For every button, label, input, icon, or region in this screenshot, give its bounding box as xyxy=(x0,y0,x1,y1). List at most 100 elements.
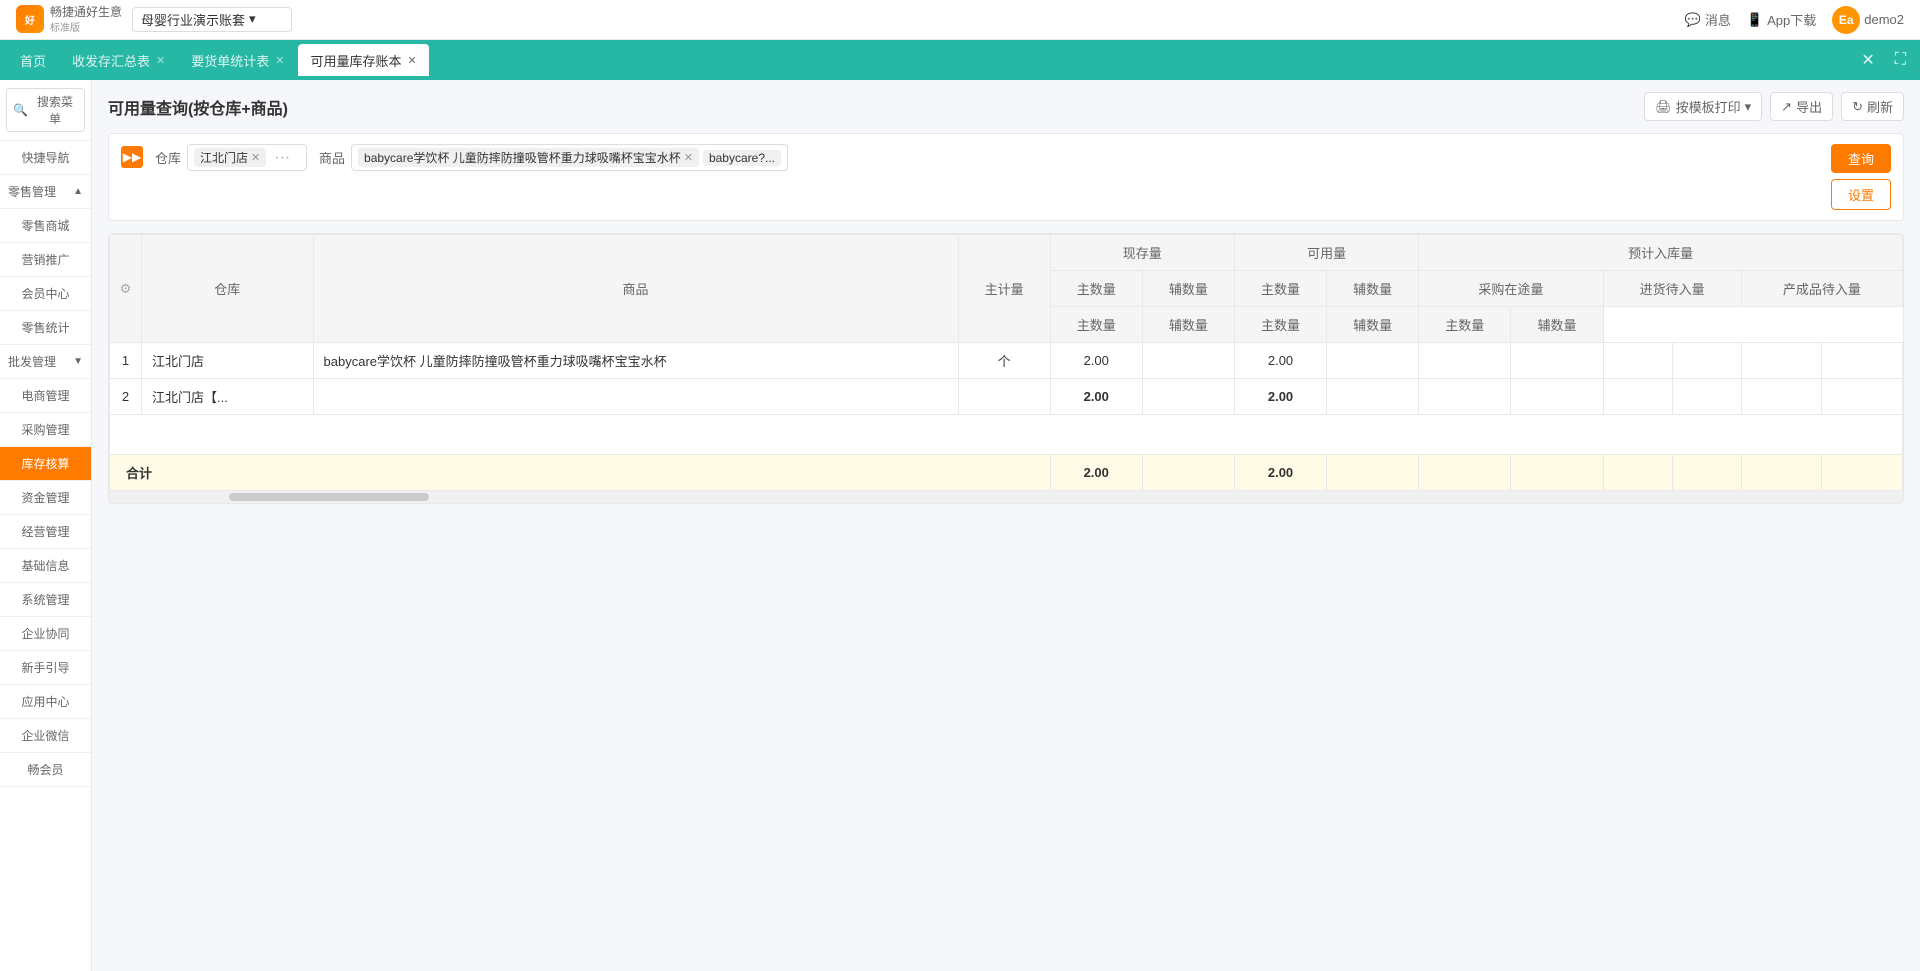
sidebar-item-business-mgmt[interactable]: 经营管理 xyxy=(0,515,91,549)
product-tag-1-close[interactable]: ✕ xyxy=(684,151,693,164)
th-current-main: 主数量 xyxy=(1050,271,1142,307)
row1-product: babycare学饮杯 儿童防摔防撞吸管杯重力球吸嘴杯宝宝水杯 xyxy=(313,343,958,379)
sidebar-item-system-mgmt[interactable]: 系统管理 xyxy=(0,583,91,617)
export-icon: ↗ xyxy=(1781,99,1792,115)
th-product: 商品 xyxy=(313,235,958,343)
table-container: ⚙ 仓库 商品 主计量 现存量 可用量 预计入库量 主数量 辅数量 主数量 xyxy=(108,233,1904,504)
tab-income-expense[interactable]: 收发存汇总表 ✕ xyxy=(60,44,177,76)
warehouse-tag-close[interactable]: ✕ xyxy=(251,151,260,164)
total-fp-main xyxy=(1741,455,1822,491)
table-row: 1 江北门店 babycare学饮杯 儿童防摔防撞吸管杯重力球吸嘴杯宝宝水杯 个… xyxy=(110,343,1903,379)
total-avail-aux xyxy=(1327,455,1419,491)
tab-close-all[interactable]: ✕ xyxy=(1855,48,1880,72)
sidebar-item-ecommerce[interactable]: 电商管理 xyxy=(0,379,91,413)
sidebar-item-inventory[interactable]: 库存核算 xyxy=(0,447,91,481)
th-fp-aux: 辅数量 xyxy=(1511,307,1603,343)
filter-expand-btn[interactable]: ▶▶ xyxy=(121,146,143,168)
row2-avail-aux xyxy=(1327,379,1419,415)
sidebar-item-quick-nav[interactable]: 快捷导航 xyxy=(0,141,91,175)
tab-income-expense-close[interactable]: ✕ xyxy=(156,54,165,67)
sidebar-item-enterprise-wechat[interactable]: 企业微信 xyxy=(0,719,91,753)
filter-actions: 查询 设置 xyxy=(1831,144,1891,210)
avatar: Ea xyxy=(1832,6,1860,34)
th-fp-main: 主数量 xyxy=(1419,307,1511,343)
industry-selector[interactable]: 母婴行业演示账套 ▾ xyxy=(132,7,292,32)
warehouse-filter: 仓库 江北门店 ✕ ··· xyxy=(155,144,307,171)
th-avail-main: 主数量 xyxy=(1234,271,1326,307)
sidebar-item-retail-mall[interactable]: 零售商城 xyxy=(0,209,91,243)
th-pp-main: 主数量 xyxy=(1234,307,1326,343)
row2-index: 2 xyxy=(110,379,142,415)
th-purchase-transit: 采购在途量 xyxy=(1419,271,1603,307)
total-pt-main xyxy=(1419,455,1511,491)
row2-current-aux xyxy=(1142,379,1234,415)
sidebar-item-basic-info[interactable]: 基础信息 xyxy=(0,549,91,583)
table-body: 1 江北门店 babycare学饮杯 儿童防摔防撞吸管杯重力球吸嘴杯宝宝水杯 个… xyxy=(110,343,1903,455)
tab-order-stat-close[interactable]: ✕ xyxy=(275,54,284,67)
settings-icon[interactable]: ⚙ xyxy=(120,281,132,296)
warehouse-more[interactable]: ··· xyxy=(270,149,294,167)
total-current-main: 2.00 xyxy=(1050,455,1142,491)
tab-home[interactable]: 首页 xyxy=(8,44,58,76)
search-menu-btn[interactable]: 🔍 搜索菜单 xyxy=(6,88,85,132)
user-name: demo2 xyxy=(1864,12,1904,27)
warehouse-input[interactable]: 江北门店 ✕ ··· xyxy=(187,144,307,171)
product-tag-1: babycare学饮杯 儿童防摔防撞吸管杯重力球吸嘴杯宝宝水杯 ✕ xyxy=(358,148,699,167)
page-title-bar: 可用量查询(按仓库+商品) 🖨 按模板打印 ▾ ↗ 导出 ↻ 刷新 xyxy=(108,92,1904,121)
tab-order-stat[interactable]: 要货单统计表 ✕ xyxy=(179,44,296,76)
export-btn[interactable]: ↗ 导出 xyxy=(1770,92,1833,121)
tab-available-stock-close[interactable]: ✕ xyxy=(408,54,417,67)
total-avail-main: 2.00 xyxy=(1234,455,1326,491)
sidebar-item-retail-mgmt[interactable]: 零售管理 ▲ xyxy=(0,175,91,209)
sidebar-item-retail-stat[interactable]: 零售统计 xyxy=(0,311,91,345)
content-area: 可用量查询(按仓库+商品) 🖨 按模板打印 ▾ ↗ 导出 ↻ 刷新 ▶▶ xyxy=(92,80,1920,971)
tab-available-stock[interactable]: 可用量库存账本 ✕ xyxy=(298,44,428,76)
tab-home-label: 首页 xyxy=(20,51,46,70)
query-btn[interactable]: 查询 xyxy=(1831,144,1891,173)
row2-unit xyxy=(958,379,1050,415)
sidebar-item-finance[interactable]: 资金管理 xyxy=(0,481,91,515)
user-area[interactable]: Ea demo2 xyxy=(1832,6,1904,34)
sidebar-item-vip-member[interactable]: 畅会员 xyxy=(0,753,91,787)
row2-fp-main xyxy=(1741,379,1822,415)
header-right: 💬 消息 📱 App下载 Ea demo2 xyxy=(1685,6,1904,34)
scrollbar-thumb[interactable] xyxy=(229,493,429,501)
print-btn[interactable]: 🖨 按模板打印 ▾ xyxy=(1644,92,1762,121)
message-btn[interactable]: 💬 消息 xyxy=(1685,10,1731,29)
warehouse-label: 仓库 xyxy=(155,148,181,167)
product-label: 商品 xyxy=(319,148,345,167)
row1-pt-aux xyxy=(1511,343,1603,379)
sidebar-item-purchase[interactable]: 采购管理 xyxy=(0,413,91,447)
total-pt-aux xyxy=(1511,455,1603,491)
sidebar-item-new-guide[interactable]: 新手引导 xyxy=(0,651,91,685)
app-download-btn[interactable]: 📱 App下载 xyxy=(1747,10,1816,29)
sidebar-item-app-center[interactable]: 应用中心 xyxy=(0,685,91,719)
logo-icon: 好 xyxy=(16,5,44,33)
setting-btn[interactable]: 设置 xyxy=(1831,179,1891,210)
refresh-icon: ↻ xyxy=(1852,99,1863,115)
tab-fullscreen[interactable]: ⛶ xyxy=(1889,49,1912,71)
product-input[interactable]: babycare学饮杯 儿童防摔防撞吸管杯重力球吸嘴杯宝宝水杯 ✕ babyca… xyxy=(351,144,788,171)
download-icon: 📱 xyxy=(1747,12,1763,28)
sidebar-item-enterprise-collab[interactable]: 企业协同 xyxy=(0,617,91,651)
refresh-btn[interactable]: ↻ 刷新 xyxy=(1841,92,1904,121)
horizontal-scrollbar[interactable] xyxy=(109,491,1903,503)
sidebar-item-marketing[interactable]: 营销推广 xyxy=(0,243,91,277)
total-current-aux xyxy=(1142,455,1234,491)
tab-income-expense-label: 收发存汇总表 xyxy=(72,51,150,70)
th-settings: ⚙ xyxy=(110,235,142,343)
th-unit: 主计量 xyxy=(958,235,1050,343)
sidebar-item-member[interactable]: 会员中心 xyxy=(0,277,91,311)
row2-product xyxy=(313,379,958,415)
logo-text-area: 畅捷通好生意 标准版 xyxy=(50,5,122,34)
row2-warehouse: 江北门店【... xyxy=(142,379,314,415)
search-label: 搜索菜单 xyxy=(32,93,78,127)
row1-fp-aux xyxy=(1822,343,1903,379)
chevron-down-icon: ▾ xyxy=(249,11,256,27)
chevron-down-icon: ▾ xyxy=(1745,99,1752,115)
logo-text: 畅捷通好生意 xyxy=(50,5,122,19)
th-finished-pending: 产成品待入量 xyxy=(1741,271,1902,307)
row2-current-main: 2.00 xyxy=(1050,379,1142,415)
sidebar: 🔍 搜索菜单 快捷导航 零售管理 ▲ 零售商城 营销推广 会员中心 零售统计 批… xyxy=(0,80,92,971)
sidebar-item-wholesale-mgmt[interactable]: 批发管理 ▼ xyxy=(0,345,91,379)
